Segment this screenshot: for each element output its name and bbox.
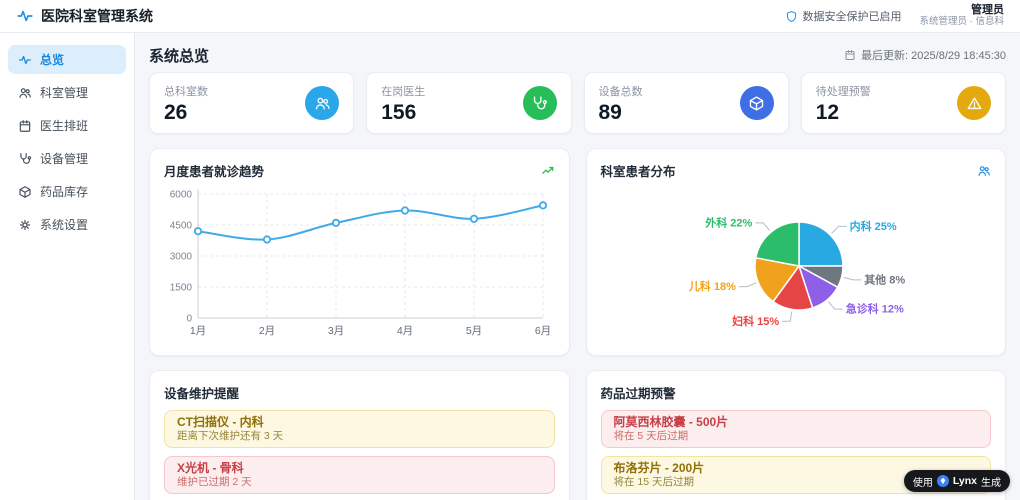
stat-card-equipment: 设备总数89 — [584, 72, 789, 134]
stats-row: 总科室数26 在岗医生156 设备总数89 待处理预警12 — [149, 72, 1006, 134]
lynx-logo-icon — [937, 475, 949, 487]
warning-icon — [957, 86, 991, 120]
main-content: 系统总览 最后更新: 2025/8/29 18:45:30 总科室数26 在岗医… — [135, 33, 1020, 500]
medicine-item: 阿莫西林胶囊 - 500片 将在 5 天后过期 — [601, 410, 992, 448]
pie-leader-line — [831, 226, 846, 233]
app-title: 医院科室管理系统 — [41, 6, 153, 26]
maintenance-panel-title: 设备维护提醒 — [164, 383, 555, 402]
stat-card-doctors: 在岗医生156 — [366, 72, 571, 134]
svg-text:4月: 4月 — [397, 325, 413, 337]
calendar-icon — [18, 119, 32, 133]
data-point — [195, 228, 201, 234]
sidebar-item-schedule[interactable]: 医生排班 — [8, 111, 126, 140]
user-block[interactable]: 管理员 系统管理员 · 信息科 — [920, 4, 1004, 28]
users-icon — [18, 86, 32, 100]
lynx-badge[interactable]: 使用 Lynx 生成 — [904, 470, 1010, 492]
maintenance-item: X光机 - 骨科 维护已过期 2 天 — [164, 456, 555, 494]
maintenance-panel: 设备维护提醒 CT扫描仪 - 内科 距离下次维护还有 3 天 X光机 - 骨科 … — [149, 370, 570, 500]
app-header: 医院科室管理系统 数据安全保护已启用 管理员 系统管理员 · 信息科 — [0, 0, 1020, 33]
user-role: 系统管理员 · 信息科 — [920, 17, 1004, 28]
calendar-icon — [844, 49, 856, 61]
data-point — [471, 216, 477, 222]
pie-chart: 内科 25% 其他 8% 急诊科 12% 妇科 15% 儿科 18% 外科 22% — [601, 184, 990, 342]
sidebar-item-departments[interactable]: 科室管理 — [8, 78, 126, 107]
medicine-panel-title: 药品过期预警 — [601, 383, 992, 402]
trend-up-icon — [541, 164, 555, 178]
svg-text:2月: 2月 — [259, 325, 275, 337]
maintenance-item: CT扫描仪 - 内科 距离下次维护还有 3 天 — [164, 410, 555, 448]
pie-chart-card: 科室患者分布 内科 25% 其他 8% 急诊科 12% 妇科 15% 儿科 18% 外科 … — [586, 148, 1007, 356]
svg-text:3月: 3月 — [328, 325, 344, 337]
stethoscope-icon — [523, 86, 557, 120]
stat-card-alerts: 待处理预警12 — [801, 72, 1006, 134]
pie-label: 急诊科 12% — [845, 302, 903, 316]
data-point — [402, 207, 408, 213]
users-icon — [977, 164, 991, 178]
gear-icon — [18, 218, 32, 232]
pie-leader-line — [738, 283, 755, 287]
trend-line — [198, 205, 543, 239]
pulse-icon — [18, 53, 32, 67]
user-name: 管理员 — [920, 4, 1004, 17]
stethoscope-icon — [18, 152, 32, 166]
pie-leader-line — [782, 311, 792, 321]
sidebar-item-settings[interactable]: 系统设置 — [8, 210, 126, 239]
sidebar-item-equipment[interactable]: 设备管理 — [8, 144, 126, 173]
data-point — [264, 236, 270, 242]
users-icon — [305, 86, 339, 120]
last-updated: 最后更新: 2025/8/29 18:45:30 — [844, 47, 1006, 63]
pie-label: 儿科 18% — [687, 279, 735, 293]
shield-icon — [785, 10, 798, 23]
svg-text:1月: 1月 — [190, 325, 206, 337]
pie-leader-line — [843, 277, 861, 280]
svg-text:0: 0 — [186, 314, 192, 325]
line-chart-card: 月度患者就诊趋势 0 1500 3000 4500 6000 1月 2月 3月 4月 5月 6月 — [149, 148, 570, 356]
app-brand: 医院科室管理系统 — [16, 6, 153, 26]
svg-text:6月: 6月 — [535, 325, 551, 337]
sidebar-item-overview[interactable]: 总览 — [8, 45, 126, 74]
sidebar-item-medicine[interactable]: 药品库存 — [8, 177, 126, 206]
line-chart-title: 月度患者就诊趋势 — [164, 161, 264, 180]
svg-text:4500: 4500 — [170, 221, 193, 232]
security-status-text: 数据安全保护已启用 — [803, 8, 902, 24]
package-icon — [18, 185, 32, 199]
svg-text:6000: 6000 — [170, 190, 193, 201]
line-chart: 0 1500 3000 4500 6000 1月 2月 3月 4月 5月 6月 — [164, 184, 553, 342]
pie-label: 妇科 15% — [731, 314, 779, 328]
pie-leader-line — [828, 301, 842, 309]
pie-slice — [755, 222, 798, 266]
svg-text:1500: 1500 — [170, 283, 193, 294]
data-point — [333, 220, 339, 226]
page-title: 系统总览 — [149, 45, 209, 66]
data-point — [540, 202, 546, 208]
pulse-logo-icon — [16, 7, 34, 25]
svg-text:5月: 5月 — [466, 325, 482, 337]
pie-label: 其他 8% — [864, 272, 905, 286]
pie-label: 内科 25% — [849, 219, 896, 233]
svg-text:3000: 3000 — [170, 252, 193, 263]
pie-chart-title: 科室患者分布 — [601, 161, 676, 180]
pie-label: 外科 22% — [704, 215, 752, 229]
pie-leader-line — [755, 223, 769, 231]
security-status: 数据安全保护已启用 — [785, 8, 902, 24]
sidebar: 总览 科室管理 医生排班 设备管理 药品库存 系统设置 — [0, 33, 135, 500]
stat-card-departments: 总科室数26 — [149, 72, 354, 134]
package-icon — [740, 86, 774, 120]
